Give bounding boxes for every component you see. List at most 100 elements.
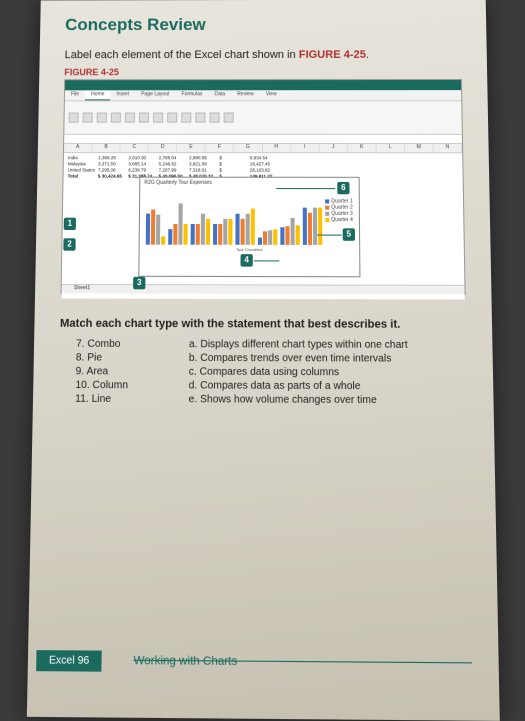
format-icon — [195, 112, 205, 122]
col-h: J — [319, 144, 348, 152]
bar — [296, 225, 300, 245]
bar-group — [213, 219, 232, 245]
tab-home: Home — [85, 90, 111, 100]
match-item: 8. Pie — [76, 352, 189, 364]
match-option: d. Compares data as parts of a whole — [189, 380, 468, 393]
col-h: D — [149, 144, 177, 152]
legend-item: Quarter 4 — [325, 217, 353, 223]
figure-reference: FIGURE 4-25 — [299, 49, 366, 61]
bar — [173, 224, 177, 245]
col-h: C — [121, 144, 149, 152]
sort-icon — [224, 112, 234, 122]
bar — [313, 208, 317, 245]
bar — [291, 218, 295, 245]
bar-group — [303, 208, 323, 245]
column-headers: A B C D E F G H I J K L M N — [64, 144, 462, 153]
row-label: Total — [68, 174, 98, 180]
sheet-tabs: Sheet1 — [62, 284, 465, 294]
period: . — [366, 49, 369, 61]
match-item: 10. Column — [75, 380, 188, 392]
match-option: e. Shows how volume changes over time — [189, 394, 468, 407]
chart-legend: Quarter 1 Quarter 2 Quarter 3 Quarter 4 — [325, 198, 353, 223]
cell: $ 30,424.65 — [98, 174, 128, 180]
module-tag: Excel 96 — [36, 650, 102, 672]
tab-view: View — [260, 90, 283, 100]
footer-text: Working with Charts — [133, 654, 237, 668]
bar — [308, 213, 312, 245]
col-h: G — [234, 144, 262, 152]
match-item: 11. Line — [75, 393, 189, 405]
instruction-text: Label each element of the Excel chart sh… — [65, 49, 299, 61]
tab-formulas: Formulas — [175, 90, 208, 100]
swatch-icon — [325, 199, 329, 203]
match-left-column: 7. Combo 8. Pie 9. Area 10. Column 11. L… — [75, 338, 189, 407]
bar — [223, 219, 227, 245]
ribbon — [64, 101, 462, 135]
border-icon — [167, 113, 177, 123]
excel-screenshot: File Home Insert Page Layout Formulas Da… — [61, 79, 466, 295]
bar — [196, 224, 200, 245]
bar-group — [146, 210, 166, 245]
bar-group — [258, 229, 277, 245]
legend-label: Quarter 4 — [331, 217, 353, 223]
paste-icon — [69, 113, 79, 123]
col-h: F — [206, 144, 234, 152]
callout-3: 3 — [133, 277, 145, 290]
bar — [235, 214, 239, 245]
bar — [201, 214, 205, 245]
number-icon — [181, 112, 191, 122]
insert-icon — [209, 112, 219, 122]
col-h: M — [405, 144, 434, 152]
bar — [151, 210, 155, 245]
tab-pagelayout: Page Layout — [135, 90, 175, 100]
align-icon — [139, 113, 149, 123]
bar — [206, 219, 210, 245]
textbook-page: Concepts Review Label each element of th… — [27, 0, 500, 721]
x-axis-title: Tour Countries — [140, 245, 360, 253]
bar — [318, 208, 322, 245]
bar-group — [168, 203, 188, 244]
col-h: L — [376, 144, 405, 152]
bar — [218, 224, 222, 245]
match-option: c. Compares data using columns — [189, 366, 467, 379]
bar — [303, 208, 307, 245]
bar — [263, 231, 267, 244]
page-footer: Excel 96 Working with Charts — [28, 648, 499, 676]
bar — [161, 236, 165, 244]
chart-title: R2G Quarterly Tour Expenses — [140, 178, 358, 188]
italic-icon — [125, 113, 135, 123]
arrow-icon — [317, 235, 342, 236]
bar — [268, 230, 272, 245]
bar — [251, 209, 255, 245]
match-item: 7. Combo — [76, 338, 189, 350]
window-titlebar — [65, 80, 461, 90]
ribbon-tabs: File Home Insert Page Layout Formulas Da… — [65, 90, 461, 101]
callout-6: 6 — [337, 182, 349, 194]
tab-review: Review — [231, 90, 260, 100]
tab-file: File — [65, 90, 85, 100]
bar — [156, 215, 160, 245]
bar — [183, 224, 187, 245]
arrow-icon — [276, 188, 335, 189]
bar — [191, 224, 195, 245]
match-block: 7. Combo 8. Pie 9. Area 10. Column 11. L… — [59, 338, 468, 408]
bar — [246, 214, 250, 245]
match-heading: Match each chart type with the statement… — [60, 317, 466, 331]
tab-insert: Insert — [110, 90, 135, 100]
bar — [146, 214, 150, 245]
figure-caption: FIGURE 4-25 — [64, 67, 462, 77]
callout-1: 1 — [64, 218, 76, 230]
swatch-icon — [325, 218, 329, 222]
col-h: I — [291, 144, 320, 152]
sheet-tab: Sheet1 — [74, 285, 90, 291]
bar-group — [280, 218, 299, 245]
bar — [241, 219, 245, 245]
col-h: N — [434, 144, 463, 152]
bar — [258, 238, 262, 245]
formula-bar — [64, 135, 462, 144]
tab-data: Data — [208, 90, 231, 100]
callout-2: 2 — [63, 238, 75, 250]
bar — [213, 224, 217, 245]
fill-icon — [153, 113, 163, 123]
bar-group — [191, 214, 211, 245]
